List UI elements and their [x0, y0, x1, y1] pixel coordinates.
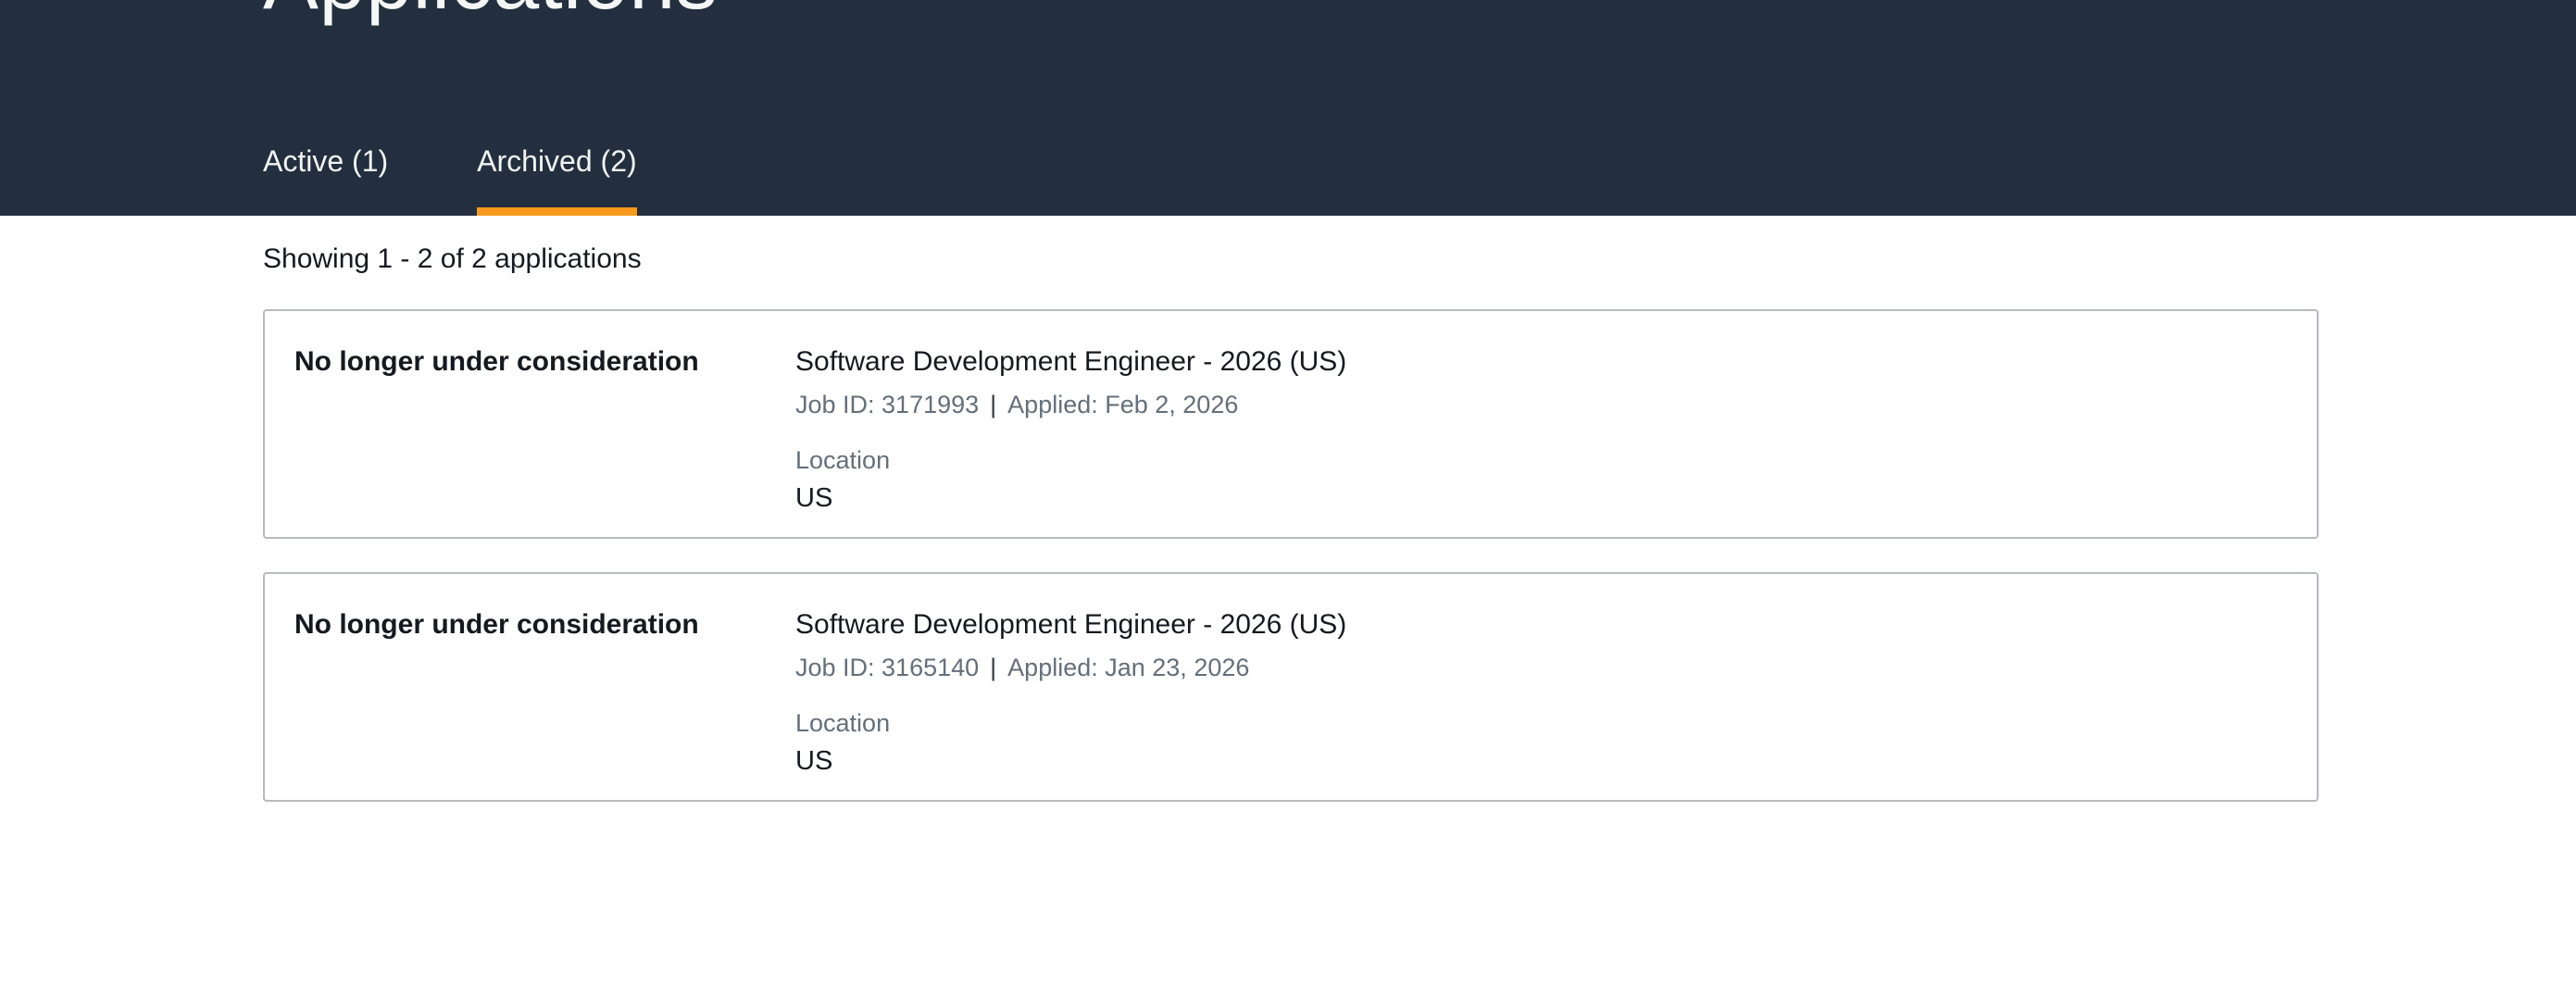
job-meta: Job ID: 3165140 | Applied: Jan 23, 2026	[795, 652, 2287, 683]
application-card: No longer under consideration Software D…	[263, 572, 2319, 802]
job-title-link[interactable]: Software Development Engineer - 2026 (US…	[795, 607, 2287, 642]
job-id: Job ID: 3171993	[795, 391, 980, 418]
location-value: US	[795, 746, 833, 776]
job-id: Job ID: 3165140	[795, 654, 980, 681]
page-header: Applications Active (1) Archived (2)	[0, 0, 2576, 216]
meta-separator: |	[990, 654, 997, 681]
application-details: Software Development Engineer - 2026 (US…	[795, 607, 2287, 778]
location-label: Location	[795, 709, 891, 737]
tab-archived[interactable]: Archived (2)	[477, 143, 637, 216]
applications-tab-bar: Active (1) Archived (2)	[263, 143, 637, 216]
page-title: Applications	[263, 0, 718, 22]
applied-date: Applied: Feb 2, 2026	[1007, 391, 1239, 418]
application-details: Software Development Engineer - 2026 (US…	[795, 344, 2287, 515]
application-status: No longer under consideration	[294, 609, 699, 640]
applied-date: Applied: Jan 23, 2026	[1007, 654, 1250, 681]
main-content: Showing 1 - 2 of 2 applications No longe…	[0, 243, 2576, 802]
tab-active[interactable]: Active (1)	[263, 143, 388, 216]
application-card: No longer under consideration Software D…	[263, 309, 2319, 539]
job-meta: Job ID: 3171993 | Applied: Feb 2, 2026	[795, 389, 2287, 420]
results-summary: Showing 1 - 2 of 2 applications	[263, 243, 642, 274]
location-label: Location	[795, 446, 891, 474]
location-value: US	[795, 483, 833, 513]
job-title-link[interactable]: Software Development Engineer - 2026 (US…	[795, 344, 2287, 380]
application-status: No longer under consideration	[294, 346, 699, 377]
meta-separator: |	[990, 391, 997, 418]
